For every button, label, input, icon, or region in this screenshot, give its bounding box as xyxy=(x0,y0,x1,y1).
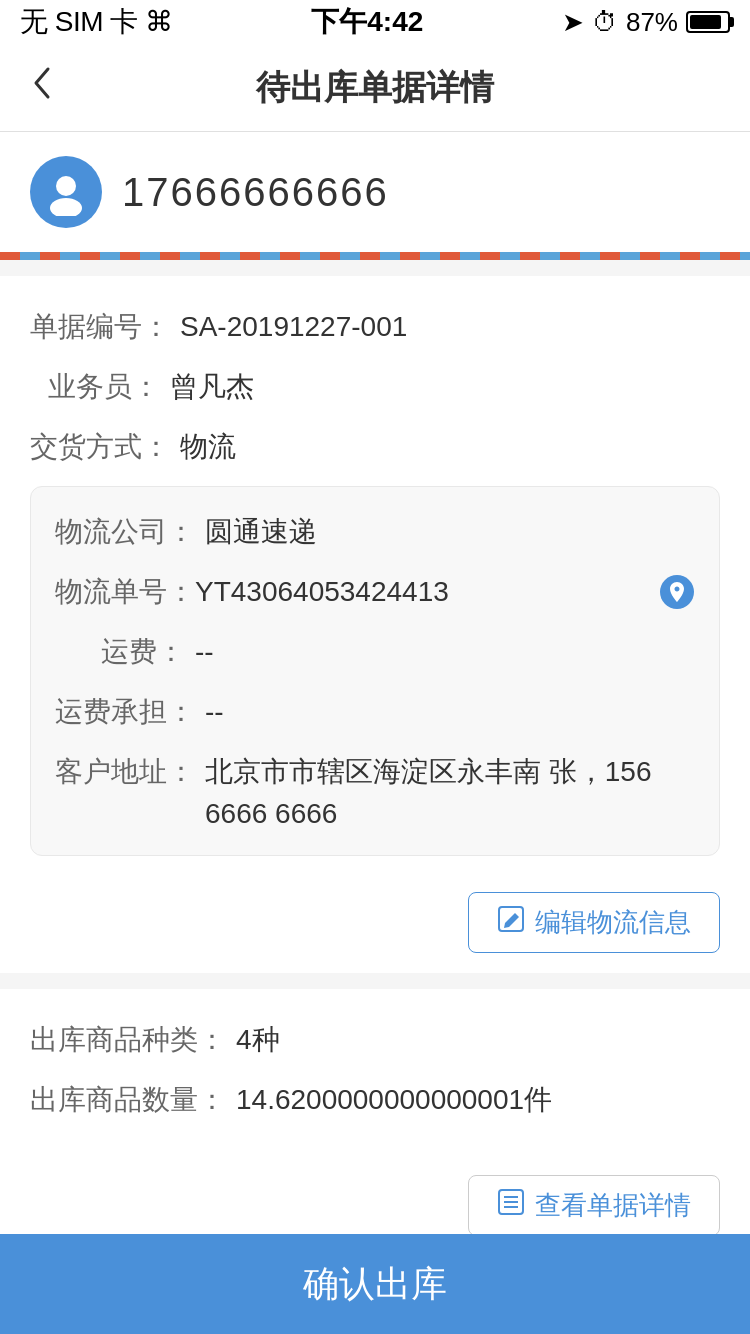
logistics-tracking-row: 物流单号： YT43064053424413 xyxy=(55,571,695,613)
freight-bear-row: 运费承担： -- xyxy=(55,691,695,733)
customer-header: 17666666666 xyxy=(0,132,750,252)
document-number-value: SA-20191227-001 xyxy=(180,306,720,348)
logistics-tracking-label: 物流单号： xyxy=(55,571,195,613)
logistics-tracking-value: YT43064053424413 xyxy=(195,571,647,613)
freight-bear-value: -- xyxy=(205,691,695,733)
document-number-row: 单据编号： SA-20191227-001 xyxy=(30,306,720,348)
logistics-company-row: 物流公司： 圆通速递 xyxy=(55,511,695,553)
product-type-value: 4种 xyxy=(236,1019,720,1061)
product-type-label: 出库商品种类： xyxy=(30,1019,226,1061)
confirm-button-label: 确认出库 xyxy=(303,1260,447,1309)
avatar xyxy=(30,156,102,228)
freight-bear-label: 运费承担： xyxy=(55,691,195,733)
dashed-separator xyxy=(0,252,750,260)
delivery-label: 交货方式： xyxy=(30,426,170,468)
location-pin-icon[interactable] xyxy=(659,574,695,610)
section-divider-1 xyxy=(0,973,750,989)
product-quantity-value: 14.6200000000000001件 xyxy=(236,1079,720,1121)
freight-row: 运费： -- xyxy=(55,631,695,673)
list-icon xyxy=(497,1188,525,1223)
document-info-section: 单据编号： SA-20191227-001 业务员： 曾凡杰 交货方式： 物流 … xyxy=(0,276,750,876)
product-summary-section: 出库商品种类： 4种 出库商品数量： 14.6200000000000001件 xyxy=(0,989,750,1159)
logistics-card: 物流公司： 圆通速递 物流单号： YT43064053424413 运费： --… xyxy=(30,486,720,856)
address-row: 客户地址： 北京市市辖区海淀区永丰南 张，156 6666 6666 xyxy=(55,751,695,835)
address-label: 客户地址： xyxy=(55,751,195,793)
salesman-value: 曾凡杰 xyxy=(170,366,720,408)
view-detail-label: 查看单据详情 xyxy=(535,1188,691,1223)
customer-phone: 17666666666 xyxy=(122,170,389,215)
freight-value: -- xyxy=(195,631,695,673)
delivery-value: 物流 xyxy=(180,426,720,468)
logistics-company-value: 圆通速递 xyxy=(205,511,695,553)
edit-logistics-row: 编辑物流信息 xyxy=(0,876,750,973)
delivery-row: 交货方式： 物流 xyxy=(30,426,720,468)
freight-label: 运费： xyxy=(55,631,185,673)
alarm-icon: ⏱ xyxy=(592,7,618,38)
location-indicator: ➤ xyxy=(562,7,584,38)
edit-logistics-button[interactable]: 编辑物流信息 xyxy=(468,892,720,953)
back-button[interactable] xyxy=(28,61,56,114)
product-type-row: 出库商品种类： 4种 xyxy=(30,1019,720,1061)
product-quantity-row: 出库商品数量： 14.6200000000000001件 xyxy=(30,1079,720,1121)
main-content: 17666666666 单据编号： SA-20191227-001 业务员： 曾… xyxy=(0,132,750,1334)
page-title: 待出库单据详情 xyxy=(256,65,494,111)
edit-logistics-label: 编辑物流信息 xyxy=(535,905,691,940)
svg-point-0 xyxy=(56,176,76,196)
status-right: ➤ ⏱ 87% xyxy=(562,7,730,38)
document-number-label: 单据编号： xyxy=(30,306,170,348)
view-detail-button[interactable]: 查看单据详情 xyxy=(468,1175,720,1236)
product-quantity-label: 出库商品数量： xyxy=(30,1079,226,1121)
salesman-row: 业务员： 曾凡杰 xyxy=(30,366,720,408)
address-value: 北京市市辖区海淀区永丰南 张，156 6666 6666 xyxy=(205,751,695,835)
battery-icon xyxy=(686,11,730,33)
nav-bar: 待出库单据详情 xyxy=(0,44,750,132)
confirm-button-bar[interactable]: 确认出库 xyxy=(0,1234,750,1334)
logistics-company-label: 物流公司： xyxy=(55,511,195,553)
tracking-row: YT43064053424413 xyxy=(195,571,695,613)
status-time: 下午4:42 xyxy=(311,3,423,41)
battery-percent: 87% xyxy=(626,7,678,38)
svg-point-1 xyxy=(50,198,82,216)
salesman-label: 业务员： xyxy=(30,366,160,408)
status-carrier: 无 SIM 卡 ⌘ xyxy=(20,3,173,41)
edit-icon xyxy=(497,905,525,940)
status-bar: 无 SIM 卡 ⌘ 下午4:42 ➤ ⏱ 87% xyxy=(0,0,750,44)
